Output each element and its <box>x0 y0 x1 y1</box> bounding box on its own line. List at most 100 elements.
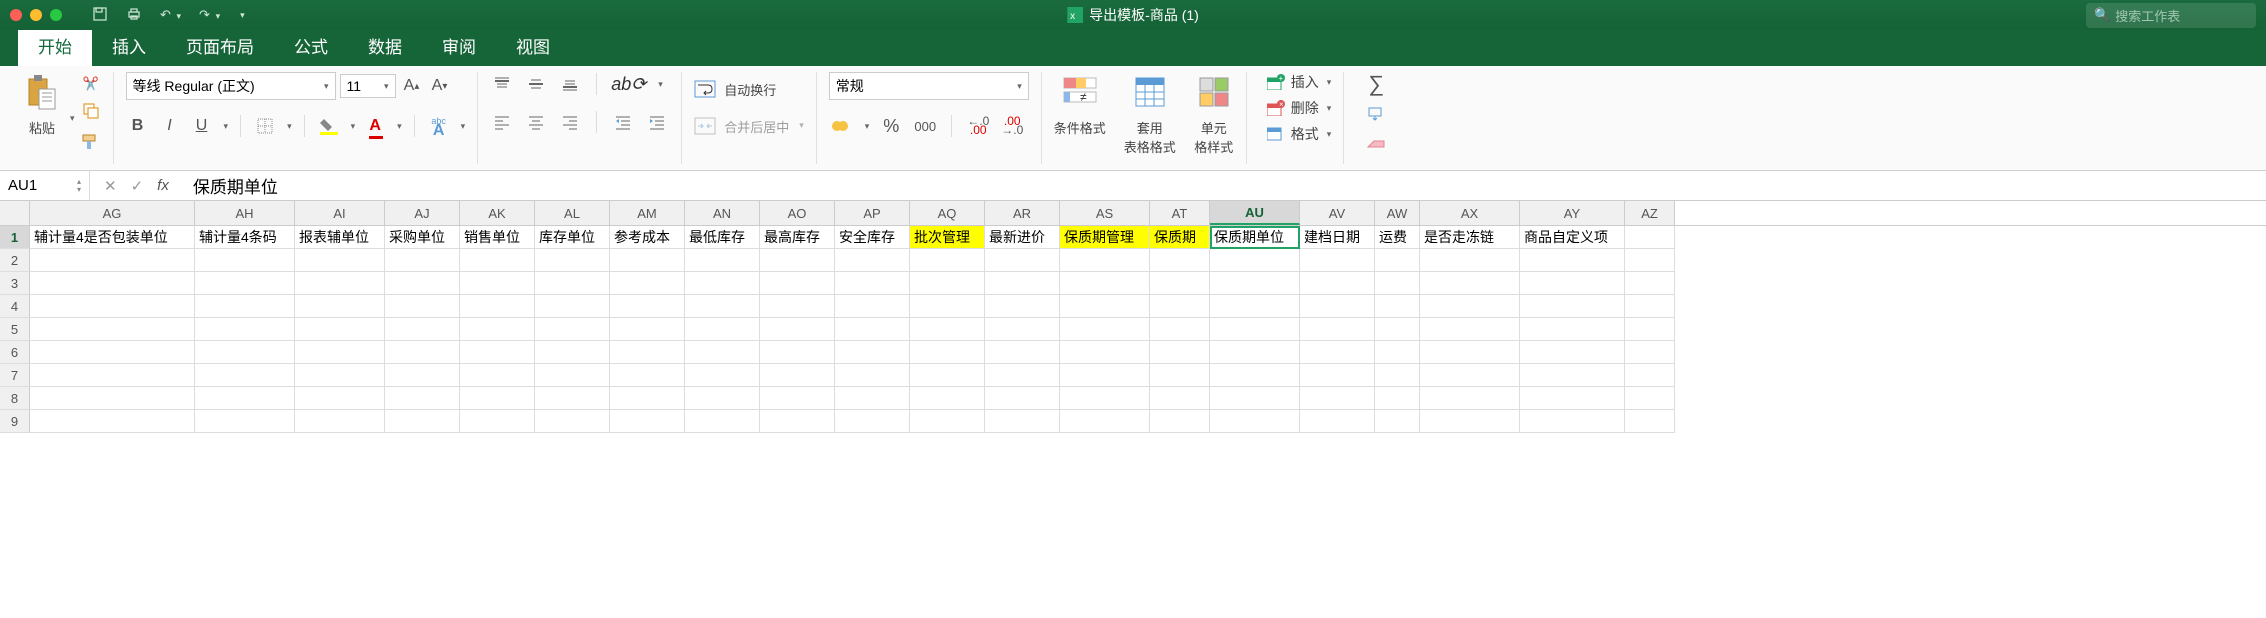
cell-AV3[interactable] <box>1300 272 1375 295</box>
col-header-AU[interactable]: AU <box>1210 201 1300 225</box>
cell-AX4[interactable] <box>1420 295 1520 318</box>
cell-AP2[interactable] <box>835 249 910 272</box>
cell-AX9[interactable] <box>1420 410 1520 433</box>
cell-AL2[interactable] <box>535 249 610 272</box>
cell-AO1[interactable]: 最高库存 <box>760 226 835 249</box>
cell-AY1[interactable]: 商品自定义项 <box>1520 226 1625 249</box>
cell-AU6[interactable] <box>1210 341 1300 364</box>
font-name-combo[interactable]: 等线 Regular (正文)▾ <box>126 72 336 100</box>
cell-AK9[interactable] <box>460 410 535 433</box>
cell-AO9[interactable] <box>760 410 835 433</box>
cell-AT8[interactable] <box>1150 387 1210 410</box>
cell-AX3[interactable] <box>1420 272 1520 295</box>
col-header-AP[interactable]: AP <box>835 201 910 225</box>
cell-AK7[interactable] <box>460 364 535 387</box>
cell-AI6[interactable] <box>295 341 385 364</box>
cell-AQ3[interactable] <box>910 272 985 295</box>
cell-AH4[interactable] <box>195 295 295 318</box>
cell-AL7[interactable] <box>535 364 610 387</box>
cell-AO7[interactable] <box>760 364 835 387</box>
fill-color-button[interactable] <box>317 114 341 138</box>
cell-AR1[interactable]: 最新进价 <box>985 226 1060 249</box>
font-color-button[interactable]: A <box>363 114 387 138</box>
cell-AO4[interactable] <box>760 295 835 318</box>
cell-AI3[interactable] <box>295 272 385 295</box>
accounting-dropdown[interactable]: ▾ <box>865 121 870 132</box>
cell-AS7[interactable] <box>1060 364 1150 387</box>
cell-AQ9[interactable] <box>910 410 985 433</box>
cell-AI2[interactable] <box>295 249 385 272</box>
cell-AO2[interactable] <box>760 249 835 272</box>
cell-AZ1[interactable] <box>1625 226 1675 249</box>
cell-AY6[interactable] <box>1520 341 1625 364</box>
cell-AY8[interactable] <box>1520 387 1625 410</box>
cell-AG4[interactable] <box>30 295 195 318</box>
autosum-icon[interactable]: ∑ <box>1364 72 1388 96</box>
cell-AM6[interactable] <box>610 341 685 364</box>
cell-AI8[interactable] <box>295 387 385 410</box>
comma-format-icon[interactable]: 000 <box>913 114 937 138</box>
select-all-corner[interactable] <box>0 201 30 225</box>
cell-AG9[interactable] <box>30 410 195 433</box>
cell-AN4[interactable] <box>685 295 760 318</box>
cell-AN6[interactable] <box>685 341 760 364</box>
cell-AS8[interactable] <box>1060 387 1150 410</box>
row-header-9[interactable]: 9 <box>0 410 30 433</box>
cell-AN1[interactable]: 最低库存 <box>685 226 760 249</box>
cell-AP4[interactable] <box>835 295 910 318</box>
cell-AM3[interactable] <box>610 272 685 295</box>
cell-AJ6[interactable] <box>385 341 460 364</box>
align-middle-icon[interactable] <box>524 72 548 96</box>
tab-数据[interactable]: 数据 <box>348 25 422 66</box>
cell-AZ9[interactable] <box>1625 410 1675 433</box>
cell-AL9[interactable] <box>535 410 610 433</box>
cell-AJ3[interactable] <box>385 272 460 295</box>
cell-AH2[interactable] <box>195 249 295 272</box>
col-header-AL[interactable]: AL <box>535 201 610 225</box>
cell-AJ8[interactable] <box>385 387 460 410</box>
cell-AR7[interactable] <box>985 364 1060 387</box>
cell-AK3[interactable] <box>460 272 535 295</box>
cell-AG7[interactable] <box>30 364 195 387</box>
cell-AZ8[interactable] <box>1625 387 1675 410</box>
row-header-3[interactable]: 3 <box>0 272 30 295</box>
cell-AT4[interactable] <box>1150 295 1210 318</box>
save-icon[interactable] <box>92 6 108 25</box>
print-icon[interactable] <box>126 6 142 25</box>
col-header-AI[interactable]: AI <box>295 201 385 225</box>
cell-AL4[interactable] <box>535 295 610 318</box>
cell-AQ5[interactable] <box>910 318 985 341</box>
insert-cells-button[interactable]: +插入▾ <box>1267 72 1332 92</box>
align-center-icon[interactable] <box>524 110 548 134</box>
underline-button[interactable]: U <box>190 114 214 138</box>
cell-AN8[interactable] <box>685 387 760 410</box>
tab-开始[interactable]: 开始 <box>18 25 92 66</box>
cell-AZ5[interactable] <box>1625 318 1675 341</box>
cell-AO3[interactable] <box>760 272 835 295</box>
cell-AN7[interactable] <box>685 364 760 387</box>
increase-decimal-icon[interactable]: ←.0.00 <box>966 114 990 138</box>
cell-AI9[interactable] <box>295 410 385 433</box>
cell-AV8[interactable] <box>1300 387 1375 410</box>
cell-AN5[interactable] <box>685 318 760 341</box>
cell-AX1[interactable]: 是否走冻链 <box>1420 226 1520 249</box>
cell-AH8[interactable] <box>195 387 295 410</box>
cell-AX7[interactable] <box>1420 364 1520 387</box>
cell-AG6[interactable] <box>30 341 195 364</box>
cell-AZ3[interactable] <box>1625 272 1675 295</box>
cell-AR3[interactable] <box>985 272 1060 295</box>
cell-AM9[interactable] <box>610 410 685 433</box>
row-header-4[interactable]: 4 <box>0 295 30 318</box>
cell-AJ9[interactable] <box>385 410 460 433</box>
maximize-window-button[interactable] <box>50 9 62 21</box>
cell-styles-button[interactable]: 单元 格样式 <box>1194 72 1234 156</box>
close-window-button[interactable] <box>10 9 22 21</box>
cell-AJ1[interactable]: 采购单位 <box>385 226 460 249</box>
format-as-table-button[interactable]: 套用 表格格式 <box>1124 72 1176 156</box>
fx-label[interactable]: fx <box>157 177 169 194</box>
cell-AL1[interactable]: 库存单位 <box>535 226 610 249</box>
cell-AH5[interactable] <box>195 318 295 341</box>
cell-AH9[interactable] <box>195 410 295 433</box>
font-color-dropdown[interactable]: ▾ <box>397 121 402 132</box>
format-painter-icon[interactable] <box>81 133 101 154</box>
